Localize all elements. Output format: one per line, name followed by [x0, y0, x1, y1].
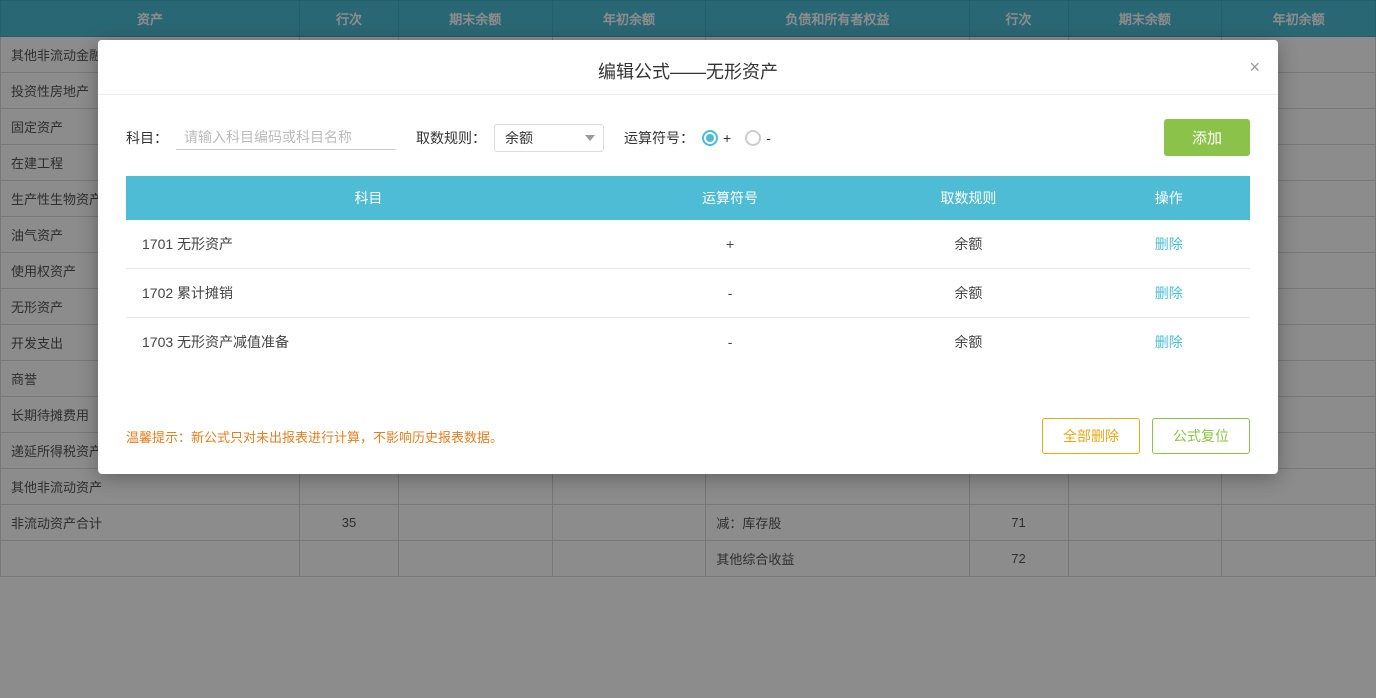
- operator-minus-label: -: [766, 130, 771, 146]
- formula-table-header-cell: 运算符号: [611, 176, 849, 220]
- formula-table-head: 科目运算符号取数规则操作: [126, 176, 1250, 220]
- delete-all-button[interactable]: 全部删除: [1042, 418, 1140, 454]
- modal-footer: 温馨提示：新公式只对未出报表进行计算，不影响历史报表数据。 全部删除 公式复位: [98, 406, 1278, 474]
- delete-row-button[interactable]: 删除: [1155, 234, 1183, 254]
- formula-form-row: 科目： 取数规则： 余额 借方发生额 贷方发生额 净发生额 运算符号：: [126, 119, 1250, 156]
- formula-table-row: 1703 无形资产减值准备-余额 删除: [126, 318, 1250, 367]
- formula-table: 科目运算符号取数规则操作 1701 无形资产+余额删除1702 累计摊销-余额删…: [126, 176, 1250, 366]
- modal-header: 编辑公式——无形资产 ×: [98, 40, 1278, 95]
- reset-formula-button[interactable]: 公式复位: [1152, 418, 1250, 454]
- formula-action-cell: 删除: [1088, 220, 1251, 269]
- formula-table-row: 1702 累计摊销-余额 删除: [126, 269, 1250, 318]
- formula-action-cell: 删除: [1088, 318, 1251, 367]
- formula-table-header-row: 科目运算符号取数规则操作: [126, 176, 1250, 220]
- formula-rule-cell: 余额: [849, 318, 1087, 367]
- formula-operator-cell: +: [611, 220, 849, 269]
- modal-title: 编辑公式——无形资产: [598, 58, 778, 84]
- rule-select[interactable]: 余额 借方发生额 贷方发生额 净发生额: [494, 124, 604, 152]
- formula-action-cell: 删除: [1088, 269, 1251, 318]
- footer-actions: 全部删除 公式复位: [1042, 418, 1250, 454]
- radio-minus-circle: [745, 130, 761, 146]
- rule-form-group: 取数规则： 余额 借方发生额 贷方发生额 净发生额: [416, 124, 604, 152]
- formula-rule-cell: 余额: [849, 269, 1087, 318]
- formula-subject-cell: 1703 无形资产减值准备: [126, 318, 611, 367]
- subject-form-group: 科目：: [126, 125, 396, 150]
- modal-overlay: 编辑公式——无形资产 × 科目： 取数规则： 余额 借方发生额 贷方发生额: [0, 0, 1376, 698]
- formula-subject-cell: 1701 无形资产: [126, 220, 611, 269]
- delete-row-button[interactable]: 删除: [1155, 283, 1183, 303]
- formula-table-header-cell: 取数规则: [849, 176, 1087, 220]
- formula-table-header-cell: 操作: [1088, 176, 1251, 220]
- delete-row-button[interactable]: 删除: [1155, 332, 1183, 352]
- formula-table-body: 1701 无形资产+余额删除1702 累计摊销-余额删除1703 无形资产减值准…: [126, 220, 1250, 366]
- formula-table-header-cell: 科目: [126, 176, 611, 220]
- formula-operator-cell: -: [611, 318, 849, 367]
- formula-rule-cell: 余额: [849, 220, 1087, 269]
- radio-plus-circle: [702, 130, 718, 146]
- operator-plus-label: +: [723, 130, 731, 146]
- edit-formula-modal: 编辑公式——无形资产 × 科目： 取数规则： 余额 借方发生额 贷方发生额: [98, 40, 1278, 474]
- operator-radio-group: + -: [702, 130, 771, 146]
- operator-plus-radio[interactable]: +: [702, 130, 731, 146]
- footer-tip: 温馨提示：新公式只对未出报表进行计算，不影响历史报表数据。: [126, 427, 503, 446]
- formula-subject-cell: 1702 累计摊销: [126, 269, 611, 318]
- subject-input[interactable]: [176, 125, 396, 150]
- formula-table-row: 1701 无形资产+余额 删除: [126, 220, 1250, 269]
- formula-operator-cell: -: [611, 269, 849, 318]
- rule-label: 取数规则：: [416, 128, 486, 148]
- subject-label: 科目：: [126, 128, 168, 148]
- operator-minus-radio[interactable]: -: [745, 130, 771, 146]
- operator-form-group: 运算符号： + -: [624, 128, 771, 148]
- operator-label: 运算符号：: [624, 128, 694, 148]
- modal-body: 科目： 取数规则： 余额 借方发生额 贷方发生额 净发生额 运算符号：: [98, 95, 1278, 406]
- add-formula-button[interactable]: 添加: [1164, 119, 1250, 156]
- modal-close-button[interactable]: ×: [1249, 58, 1260, 76]
